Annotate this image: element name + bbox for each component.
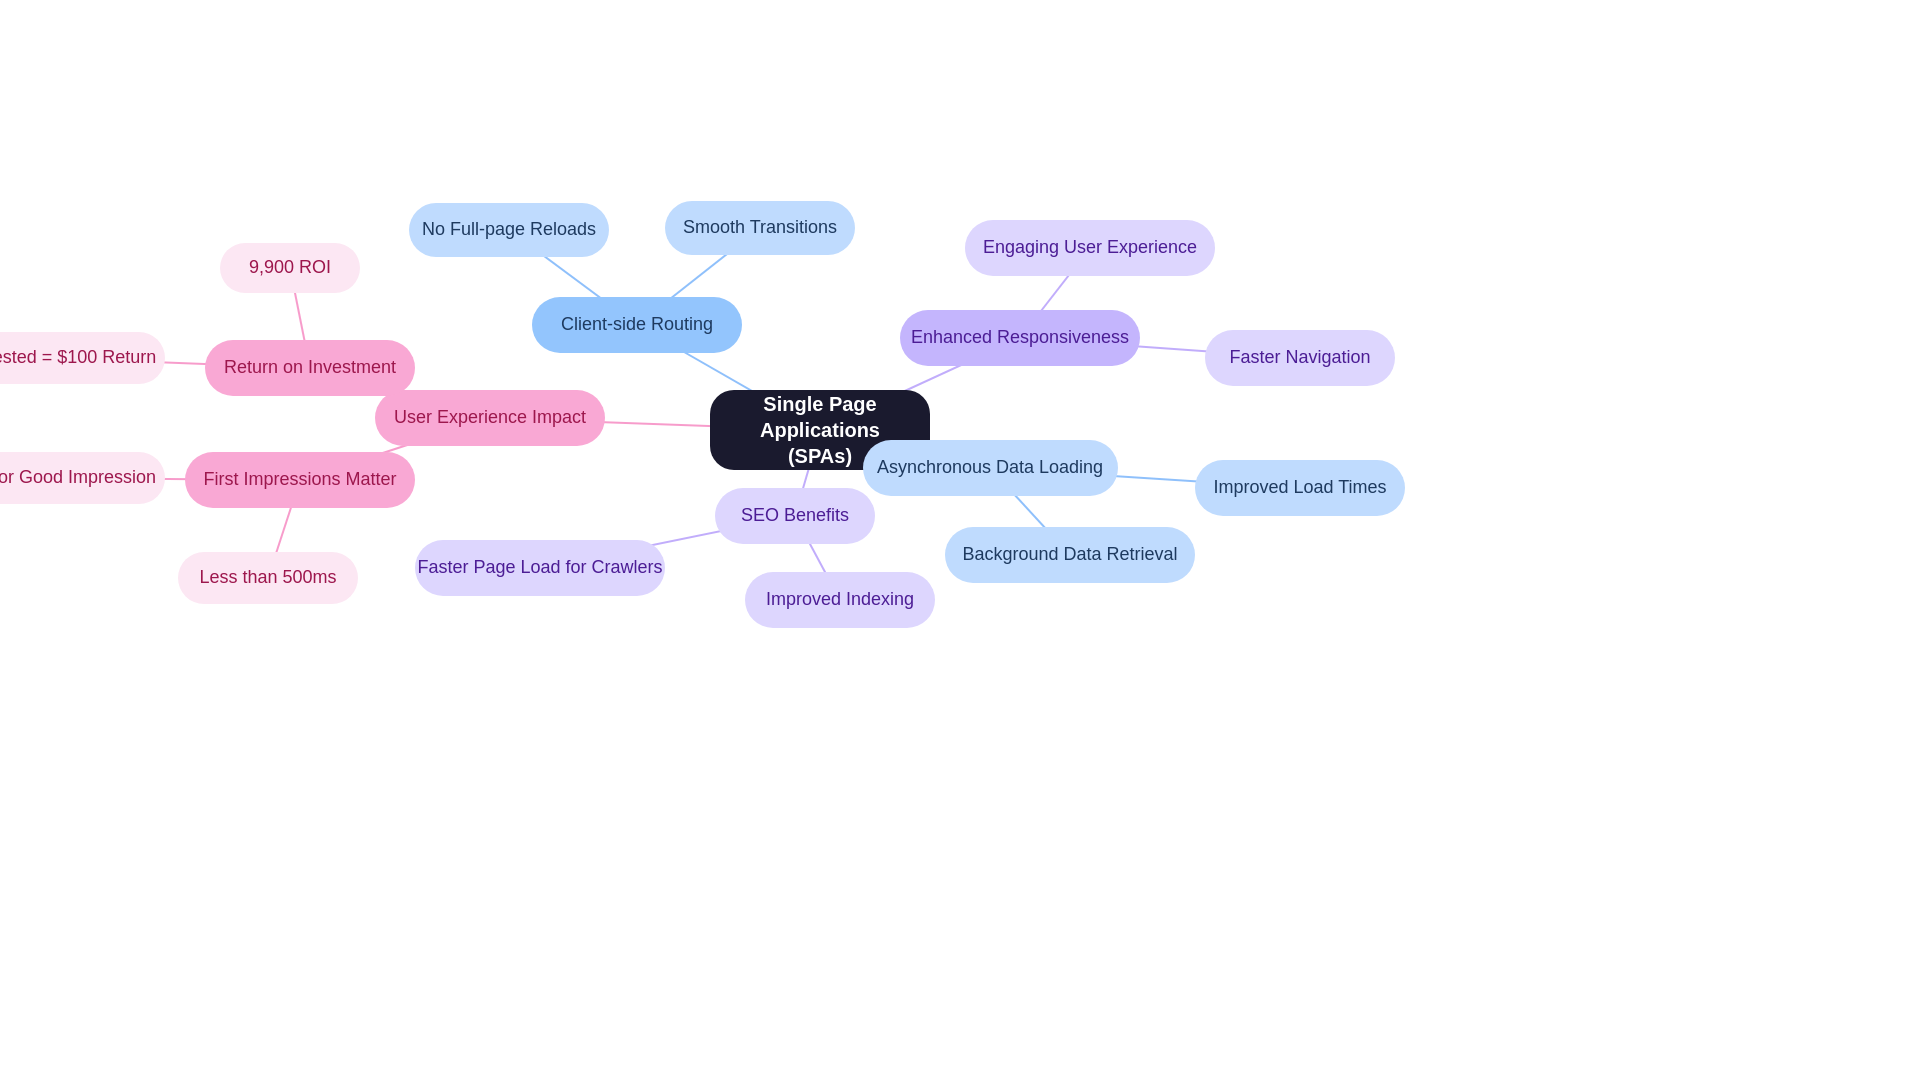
9900-roi[interactable]: 9,900 ROI (220, 243, 360, 293)
client-side-routing[interactable]: Client-side Routing (532, 297, 742, 353)
first-impressions[interactable]: First Impressions Matter (185, 452, 415, 508)
background-data-retrieval[interactable]: Background Data Retrieval (945, 527, 1195, 583)
dollar-invested[interactable]: $1 Invested = $100 Return (0, 332, 165, 384)
smooth-transitions[interactable]: Smooth Transitions (665, 201, 855, 255)
improved-indexing[interactable]: Improved Indexing (745, 572, 935, 628)
improved-load-times[interactable]: Improved Load Times (1195, 460, 1405, 516)
asynchronous-data-loading[interactable]: Asynchronous Data Loading (863, 440, 1118, 496)
return-on-investment[interactable]: Return on Investment (205, 340, 415, 396)
no-full-page-reloads[interactable]: No Full-page Reloads (409, 203, 609, 257)
seo-benefits[interactable]: SEO Benefits (715, 488, 875, 544)
50ms-impression[interactable]: 50ms for Good Impression (0, 452, 165, 504)
engaging-user-experience[interactable]: Engaging User Experience (965, 220, 1215, 276)
enhanced-responsiveness[interactable]: Enhanced Responsiveness (900, 310, 1140, 366)
faster-navigation[interactable]: Faster Navigation (1205, 330, 1395, 386)
user-experience-impact[interactable]: User Experience Impact (375, 390, 605, 446)
less-than-500ms[interactable]: Less than 500ms (178, 552, 358, 604)
faster-page-load-crawlers[interactable]: Faster Page Load for Crawlers (415, 540, 665, 596)
